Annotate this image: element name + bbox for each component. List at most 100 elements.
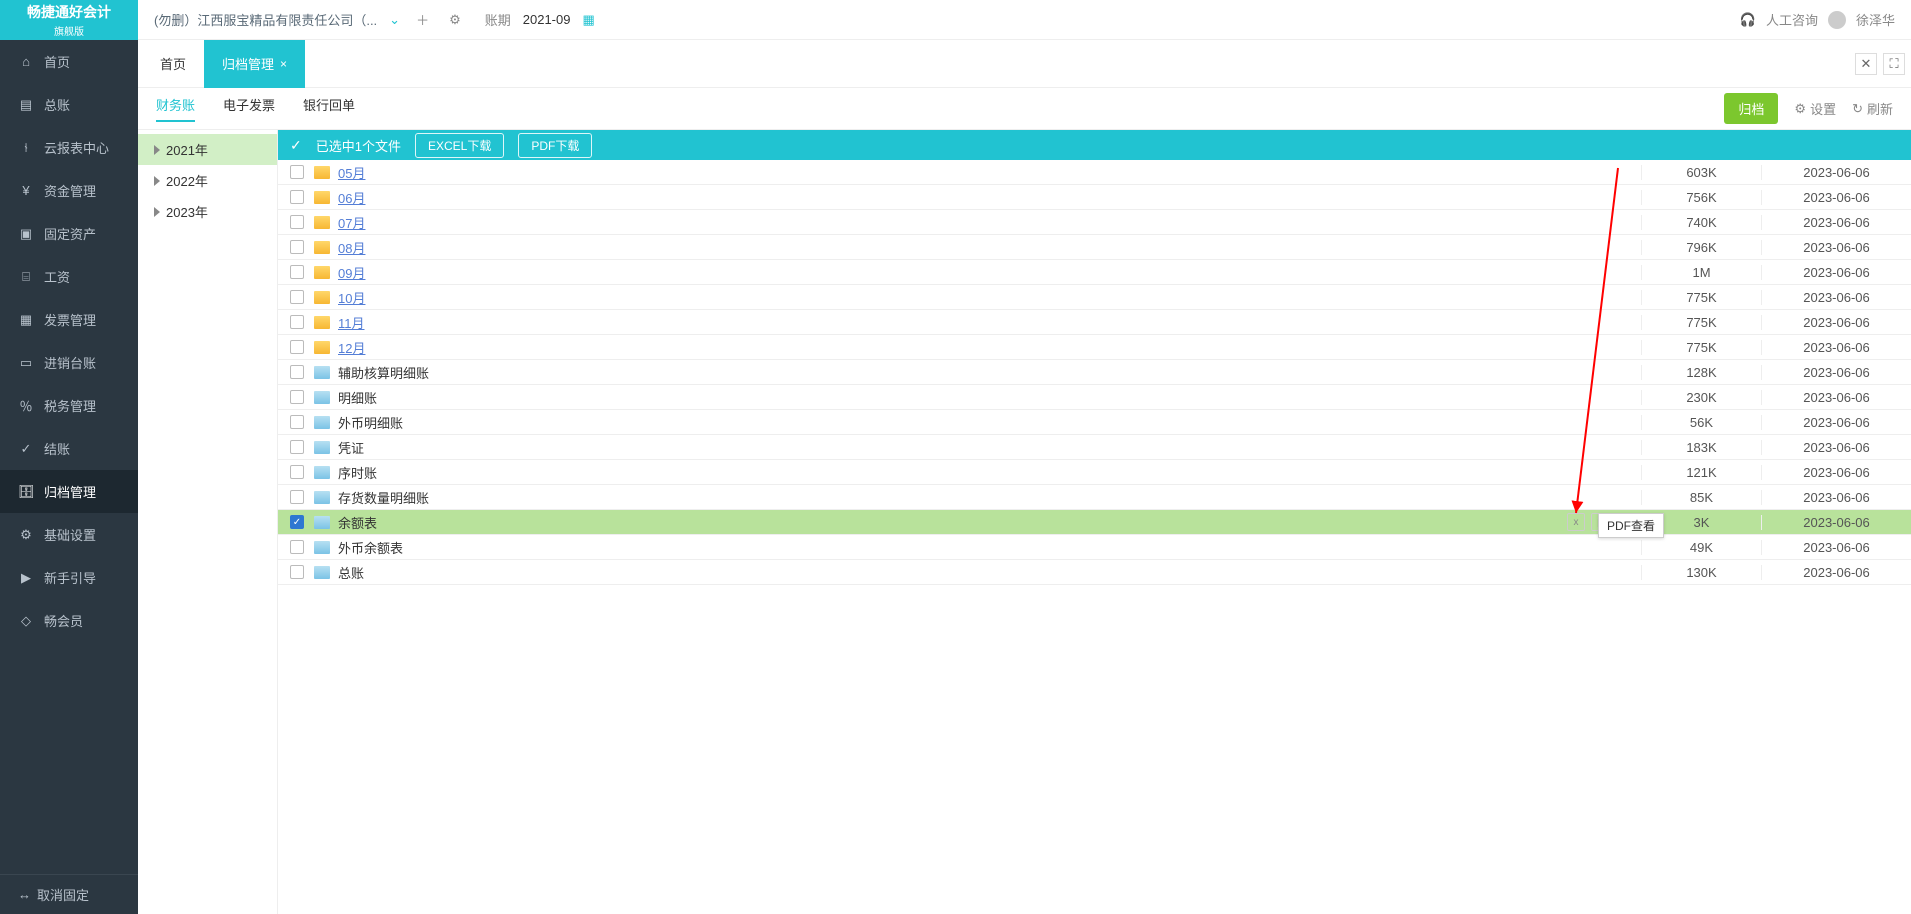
row-checkbox[interactable]: ✓ bbox=[290, 515, 304, 529]
sidebar-item-10[interactable]: 🗄归档管理 bbox=[0, 470, 138, 513]
file-row[interactable]: 总账130K2023-06-06 bbox=[278, 560, 1911, 585]
file-row[interactable]: 08月796K2023-06-06 bbox=[278, 235, 1911, 260]
nav-icon: ⚙ bbox=[18, 527, 34, 543]
excel-download-button[interactable]: EXCEL下载 bbox=[415, 133, 504, 158]
file-name[interactable]: 12月 bbox=[338, 338, 1641, 357]
file-name[interactable]: 06月 bbox=[338, 188, 1641, 207]
sidebar-item-11[interactable]: ⚙基础设置 bbox=[0, 513, 138, 556]
file-row[interactable]: 序时账121K2023-06-06 bbox=[278, 460, 1911, 485]
file-row[interactable]: 12月775K2023-06-06 bbox=[278, 335, 1911, 360]
row-checkbox[interactable] bbox=[290, 190, 304, 204]
nav-icon: ◇ bbox=[18, 613, 34, 629]
sidebar-item-8[interactable]: ％税务管理 bbox=[0, 384, 138, 427]
row-checkbox[interactable] bbox=[290, 415, 304, 429]
sidebar-item-7[interactable]: ▭进销台账 bbox=[0, 341, 138, 384]
file-row[interactable]: 凭证183K2023-06-06 bbox=[278, 435, 1911, 460]
add-icon[interactable]: ＋ bbox=[412, 8, 433, 31]
username[interactable]: 徐泽华 bbox=[1856, 10, 1895, 29]
archive-button[interactable]: 归档 bbox=[1724, 93, 1778, 124]
file-icon bbox=[314, 566, 330, 579]
file-row[interactable]: ✓余额表xp◉3K2023-06-06 bbox=[278, 510, 1911, 535]
file-name[interactable]: 07月 bbox=[338, 213, 1641, 232]
pdf-download-button[interactable]: PDF下载 bbox=[518, 133, 592, 158]
sidebar-item-0[interactable]: ⌂首页 bbox=[0, 40, 138, 83]
file-size: 775K bbox=[1641, 315, 1761, 330]
file-name: 余额表 bbox=[338, 513, 1567, 532]
tab-1[interactable]: 归档管理× bbox=[204, 40, 305, 88]
file-row[interactable]: 07月740K2023-06-06 bbox=[278, 210, 1911, 235]
gear-icon[interactable]: ⚙ bbox=[445, 10, 465, 30]
nav-label: 税务管理 bbox=[44, 396, 96, 415]
fullscreen-icon[interactable]: ⛶ bbox=[1883, 53, 1905, 75]
file-name[interactable]: 05月 bbox=[338, 163, 1641, 182]
close-icon[interactable]: × bbox=[280, 57, 287, 71]
row-checkbox[interactable] bbox=[290, 290, 304, 304]
company-selector[interactable]: (勿删）江西服宝精品有限责任公司（... bbox=[154, 10, 377, 29]
close-tab-button[interactable]: ✕ bbox=[1855, 53, 1877, 75]
tree-year-2023年[interactable]: 2023年 bbox=[138, 196, 277, 227]
folder-icon bbox=[314, 341, 330, 354]
sidebar-item-12[interactable]: ▶新手引导 bbox=[0, 556, 138, 599]
tab-0[interactable]: 首页 bbox=[142, 40, 204, 88]
file-row[interactable]: 10月775K2023-06-06 bbox=[278, 285, 1911, 310]
sidebar-item-6[interactable]: ▦发票管理 bbox=[0, 298, 138, 341]
sidebar-item-4[interactable]: ▣固定资产 bbox=[0, 212, 138, 255]
file-name[interactable]: 09月 bbox=[338, 263, 1641, 282]
row-checkbox[interactable] bbox=[290, 315, 304, 329]
file-row[interactable]: 05月603K2023-06-06 bbox=[278, 160, 1911, 185]
row-checkbox[interactable] bbox=[290, 565, 304, 579]
sidebar-item-3[interactable]: ¥资金管理 bbox=[0, 169, 138, 212]
unpin-button[interactable]: ↔ 取消固定 bbox=[0, 874, 138, 914]
caret-right-icon bbox=[154, 145, 160, 155]
nav-label: 固定资产 bbox=[44, 224, 96, 243]
nav-icon: ✓ bbox=[18, 441, 34, 457]
row-checkbox[interactable] bbox=[290, 265, 304, 279]
file-icon bbox=[314, 466, 330, 479]
refresh-link[interactable]: ↻刷新 bbox=[1852, 99, 1893, 118]
row-checkbox[interactable] bbox=[290, 540, 304, 554]
file-row[interactable]: 11月775K2023-06-06 bbox=[278, 310, 1911, 335]
file-row[interactable]: 09月1M2023-06-06 bbox=[278, 260, 1911, 285]
sidebar-item-9[interactable]: ✓结账 bbox=[0, 427, 138, 470]
calendar-icon[interactable]: ▦ bbox=[582, 12, 594, 28]
file-size: 796K bbox=[1641, 240, 1761, 255]
row-checkbox[interactable] bbox=[290, 365, 304, 379]
file-row[interactable]: 06月756K2023-06-06 bbox=[278, 185, 1911, 210]
row-checkbox[interactable] bbox=[290, 165, 304, 179]
file-date: 2023-06-06 bbox=[1761, 190, 1911, 205]
tree-year-2022年[interactable]: 2022年 bbox=[138, 165, 277, 196]
file-name[interactable]: 11月 bbox=[338, 313, 1641, 332]
row-checkbox[interactable] bbox=[290, 490, 304, 504]
sub-tab-0[interactable]: 财务账 bbox=[156, 95, 195, 122]
row-checkbox[interactable] bbox=[290, 240, 304, 254]
period-value[interactable]: 2021-09 bbox=[523, 12, 571, 27]
file-size: 775K bbox=[1641, 290, 1761, 305]
sidebar-item-2[interactable]: ⫮云报表中心 bbox=[0, 126, 138, 169]
consult-link[interactable]: 人工咨询 bbox=[1766, 10, 1818, 29]
sub-tab-1[interactable]: 电子发票 bbox=[223, 95, 275, 122]
file-size: 230K bbox=[1641, 390, 1761, 405]
sidebar-item-1[interactable]: ▤总账 bbox=[0, 83, 138, 126]
sidebar-item-13[interactable]: ◇畅会员 bbox=[0, 599, 138, 642]
row-checkbox[interactable] bbox=[290, 465, 304, 479]
row-checkbox[interactable] bbox=[290, 440, 304, 454]
file-name[interactable]: 10月 bbox=[338, 288, 1641, 307]
file-name[interactable]: 08月 bbox=[338, 238, 1641, 257]
file-row[interactable]: 外币明细账56K2023-06-06 bbox=[278, 410, 1911, 435]
settings-link[interactable]: ⚙设置 bbox=[1794, 99, 1836, 118]
excel-download-icon[interactable]: x bbox=[1567, 513, 1585, 531]
row-checkbox[interactable] bbox=[290, 215, 304, 229]
row-checkbox[interactable] bbox=[290, 390, 304, 404]
avatar[interactable] bbox=[1828, 11, 1846, 29]
file-row[interactable]: 辅助核算明细账128K2023-06-06 bbox=[278, 360, 1911, 385]
tree-year-2021年[interactable]: 2021年 bbox=[138, 134, 277, 165]
file-date: 2023-06-06 bbox=[1761, 340, 1911, 355]
file-row[interactable]: 存货数量明细账85K2023-06-06 bbox=[278, 485, 1911, 510]
file-row[interactable]: 外币余额表49K2023-06-06 bbox=[278, 535, 1911, 560]
sub-tab-2[interactable]: 银行回单 bbox=[303, 95, 355, 122]
chevron-down-icon[interactable]: ⌄ bbox=[389, 12, 400, 28]
file-date: 2023-06-06 bbox=[1761, 515, 1911, 530]
row-checkbox[interactable] bbox=[290, 340, 304, 354]
file-row[interactable]: 明细账230K2023-06-06 bbox=[278, 385, 1911, 410]
sidebar-item-5[interactable]: ⌸工资 bbox=[0, 255, 138, 298]
